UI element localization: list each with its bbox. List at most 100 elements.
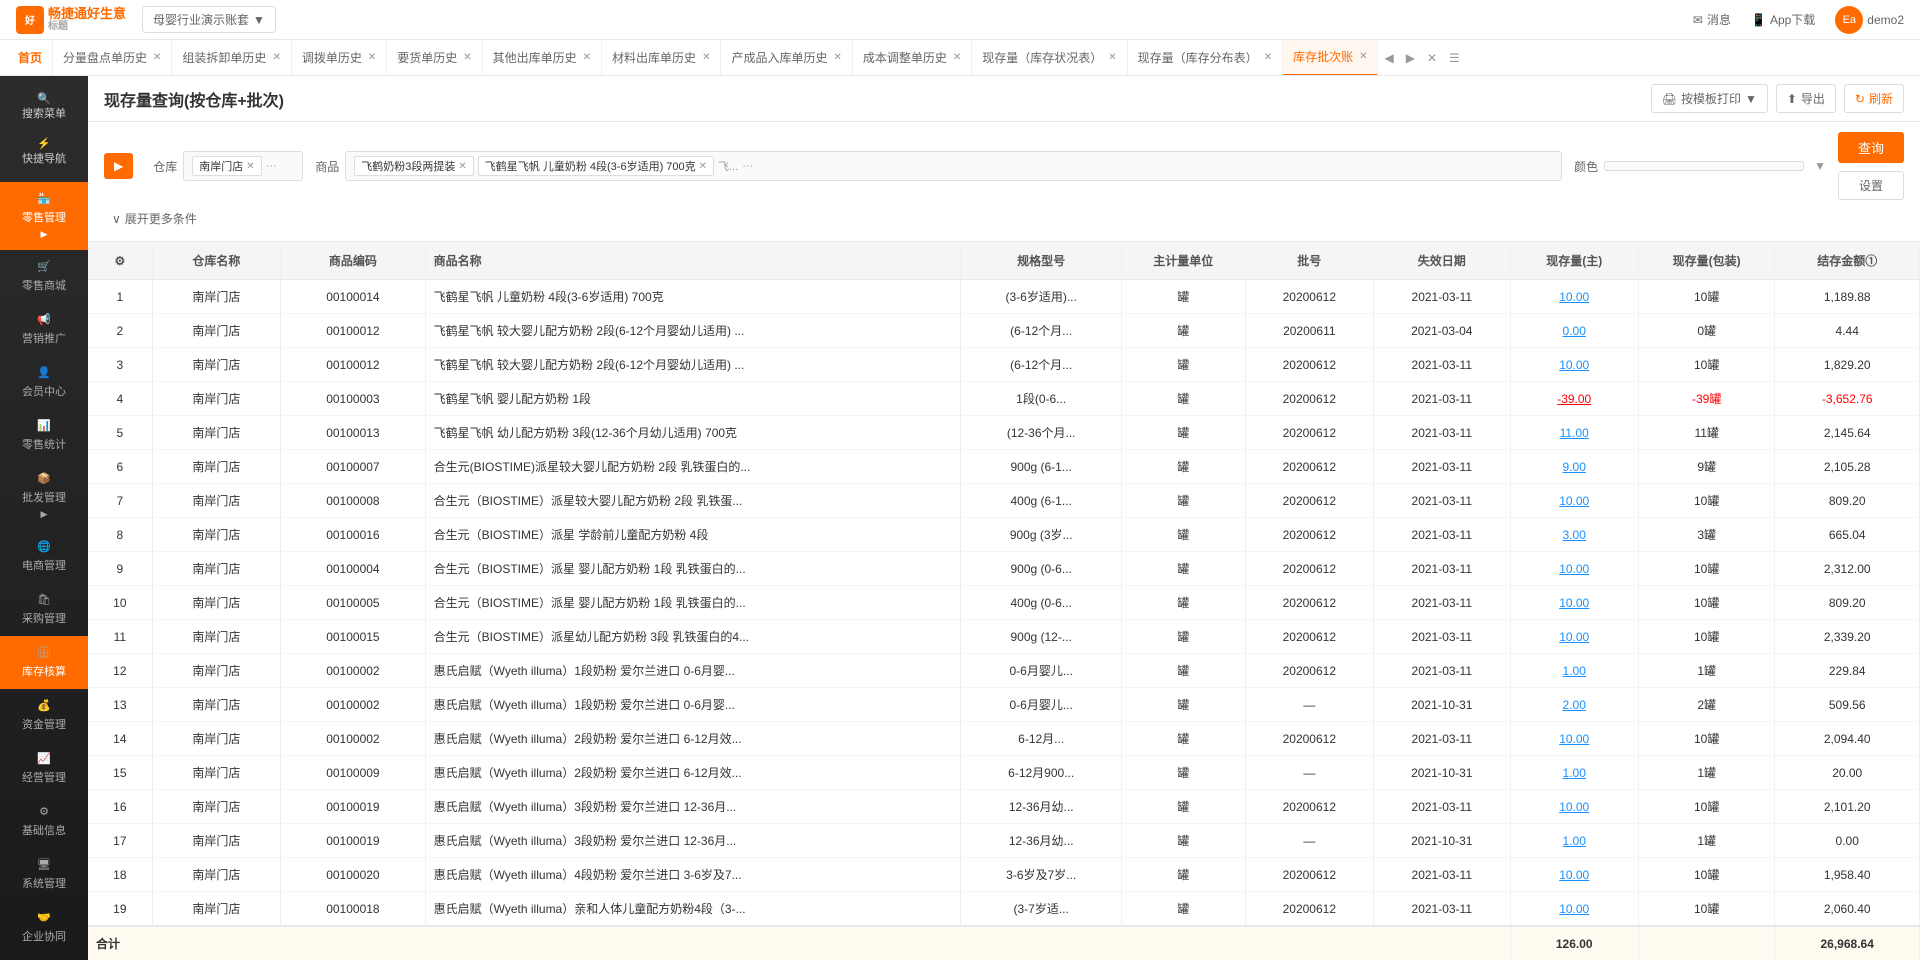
product-tag-2-close[interactable]: ✕ — [699, 161, 707, 172]
template-print-button[interactable]: 🖨 按模板打印 ▼ — [1651, 84, 1768, 113]
cell-stock-main[interactable]: 3.00 — [1510, 518, 1638, 552]
sidebar-quick-nav[interactable]: ⚡ 快捷导航 — [18, 129, 70, 174]
tab-nav-next[interactable]: ▶ — [1400, 40, 1421, 76]
cell-stock-main[interactable]: 10.00 — [1510, 620, 1638, 654]
tab-zu-chai[interactable]: 组装拆卸单历史 ✕ — [172, 40, 291, 76]
tab-xian-cun-1[interactable]: 现存量（库存状况表） ✕ — [972, 40, 1127, 76]
cell-spec: 900g (3岁... — [961, 518, 1122, 552]
sidebar-item-jing-ying[interactable]: 📈 经营管理 — [0, 742, 88, 795]
cell-warehouse: 南岸门店 — [152, 756, 280, 790]
tab-fen-pan-close[interactable]: ✕ — [153, 52, 161, 63]
refresh-button[interactable]: ↻ 刷新 — [1844, 84, 1904, 113]
tab-cheng-ben[interactable]: 成本调整单历史 ✕ — [853, 40, 972, 76]
tab-qi-ta-close[interactable]: ✕ — [583, 52, 591, 63]
filter-expand-more[interactable]: ∨ 展开更多条件 — [104, 206, 1904, 231]
cell-stock-main[interactable]: 10.00 — [1510, 586, 1638, 620]
store-selector[interactable]: 母婴行业演示账套 ▼ — [142, 6, 276, 33]
tab-cai-liao[interactable]: 材料出库单历史 ✕ — [602, 40, 721, 76]
cell-stock-main[interactable]: 10.00 — [1510, 484, 1638, 518]
color-tag-group[interactable] — [1604, 161, 1804, 171]
tab-yao-huo-close[interactable]: ✕ — [463, 52, 471, 63]
tab-pi-ci-close[interactable]: ✕ — [1359, 51, 1367, 62]
tab-nav-close[interactable]: ✕ — [1421, 40, 1443, 76]
cell-stock-main[interactable]: 11.00 — [1510, 416, 1638, 450]
tab-xian-cun-1-close[interactable]: ✕ — [1108, 52, 1116, 63]
cell-stock-pkg: 10罐 — [1638, 892, 1774, 927]
product-tag-1-close[interactable]: ✕ — [458, 161, 466, 172]
sidebar-item-ji-chu[interactable]: ⚙ 基础信息 — [0, 795, 88, 848]
messages-button[interactable]: ✉ 消息 — [1693, 11, 1731, 28]
table-container[interactable]: ⚙ 仓库名称 商品编码 商品名称 规格型号 主计量单位 批号 失效日期 现存量(… — [88, 242, 1920, 960]
tab-home[interactable]: 首页 — [8, 40, 53, 76]
cell-stock-main[interactable]: 10.00 — [1510, 552, 1638, 586]
table-row: 6 南岸门店 00100007 合生元(BIOSTIME)派星较大婴儿配方奶粉 … — [88, 450, 1920, 484]
sidebar-item-ying-xiao[interactable]: 📢 营销推广 — [0, 303, 88, 356]
tab-xian-cun-2[interactable]: 现存量（库存分布表） ✕ — [1128, 40, 1283, 76]
cell-batch: 20200612 — [1245, 620, 1373, 654]
cell-stock-pkg: 10罐 — [1638, 790, 1774, 824]
tab-yao-huo[interactable]: 要货单历史 ✕ — [387, 40, 482, 76]
print-icon: 🖨 — [1662, 92, 1677, 106]
cell-stock-main[interactable]: -39.00 — [1510, 382, 1638, 416]
cell-stock-pkg: 2罐 — [1638, 688, 1774, 722]
cell-expire: 2021-10-31 — [1374, 824, 1510, 858]
tab-nav-menu[interactable]: ☰ — [1443, 40, 1466, 76]
filter-expand-btn[interactable]: ▶ — [104, 153, 133, 179]
cell-expire: 2021-03-11 — [1374, 620, 1510, 654]
cell-stock-main[interactable]: 10.00 — [1510, 722, 1638, 756]
warehouse-tag[interactable]: 南岸门店 ✕ — [192, 156, 261, 176]
product-tag-1[interactable]: 飞鹤奶粉3段两提装 ✕ — [354, 156, 474, 176]
cell-stock-main[interactable]: 10.00 — [1510, 790, 1638, 824]
setting-button[interactable]: 设置 — [1838, 171, 1904, 200]
warehouse-tag-close[interactable]: ✕ — [246, 161, 254, 172]
product-tag-group[interactable]: 飞鹤奶粉3段两提装 ✕ 飞鹤星飞帆 儿童奶粉 4段(3-6岁适用) 700克 ✕… — [345, 151, 1562, 181]
sidebar-item-dian-shang[interactable]: 🌐 电商管理 — [0, 530, 88, 583]
sidebar-item-xi-tong[interactable]: 🖥 系统管理 — [0, 848, 88, 901]
sidebar-item-qi-ye[interactable]: 🤝 企业协同 — [0, 901, 88, 954]
export-button[interactable]: ⬆ 导出 — [1776, 84, 1836, 113]
cell-stock-main[interactable]: 1.00 — [1510, 654, 1638, 688]
cell-spec: 900g (12-... — [961, 620, 1122, 654]
cell-stock-main[interactable]: 10.00 — [1510, 348, 1638, 382]
cell-stock-main[interactable]: 10.00 — [1510, 858, 1638, 892]
sidebar-search[interactable]: 🔍 搜索菜单 — [18, 84, 70, 129]
tab-chan-pin-close[interactable]: ✕ — [833, 52, 841, 63]
tab-cheng-ben-close[interactable]: ✕ — [953, 52, 961, 63]
tab-diao-bo[interactable]: 调拨单历史 ✕ — [292, 40, 387, 76]
tab-xian-cun-2-close[interactable]: ✕ — [1264, 52, 1272, 63]
tab-zu-chai-close[interactable]: ✕ — [272, 52, 280, 63]
product-tag-2[interactable]: 飞鹤星飞帆 儿童奶粉 4段(3-6岁适用) 700克 ✕ — [478, 156, 714, 176]
tab-nav-prev[interactable]: ◀ — [1378, 40, 1399, 76]
tab-diao-bo-close[interactable]: ✕ — [368, 52, 376, 63]
tab-pi-ci[interactable]: 库存批次账 ✕ — [1283, 40, 1378, 76]
cell-name: 合生元（BIOSTIME）派星 婴儿配方奶粉 1段 乳铁蛋白的... — [425, 552, 961, 586]
app-download-button[interactable]: 📱 App下载 — [1751, 11, 1815, 28]
cell-stock-main[interactable]: 10.00 — [1510, 892, 1638, 927]
cell-stock-main[interactable]: 2.00 — [1510, 688, 1638, 722]
warehouse-tag-group[interactable]: 南岸门店 ✕ ··· — [183, 151, 303, 181]
tab-chan-pin[interactable]: 产成品入库单历史 ✕ — [721, 40, 852, 76]
sidebar-item-hui-yuan[interactable]: 👤 会员中心 — [0, 356, 88, 409]
tab-fen-pan[interactable]: 分量盘点单历史 ✕ — [53, 40, 172, 76]
sidebar-item-ku-cun[interactable]: 🗄 库存核算 — [0, 636, 88, 689]
sidebar-item-ling-shou-tong-ji[interactable]: 📊 零售统计 — [0, 409, 88, 462]
tab-cai-liao-close[interactable]: ✕ — [702, 52, 710, 63]
cell-spec: 1段(0-6... — [961, 382, 1122, 416]
sidebar-item-cai-gou[interactable]: 🛍 采购管理 — [0, 583, 88, 636]
sidebar-item-xin-shou[interactable]: 🎓 新手引导 — [0, 954, 88, 960]
query-button[interactable]: 查询 — [1838, 132, 1904, 163]
sidebar-item-ling-shou-shang-cheng[interactable]: 🛒 零售商城 — [0, 250, 88, 303]
cell-stock-main[interactable]: 1.00 — [1510, 756, 1638, 790]
user-profile[interactable]: Ea demo2 — [1835, 6, 1904, 34]
sidebar-item-zi-jin[interactable]: 💰 资金管理 — [0, 689, 88, 742]
cell-stock-pkg: 10罐 — [1638, 484, 1774, 518]
sidebar-item-pi-fa[interactable]: 📦 批发管理 ▶ — [0, 462, 88, 530]
cell-stock-main[interactable]: 0.00 — [1510, 314, 1638, 348]
th-settings[interactable]: ⚙ — [88, 242, 152, 280]
cell-stock-main[interactable]: 1.00 — [1510, 824, 1638, 858]
cell-batch: 20200612 — [1245, 484, 1373, 518]
sidebar-item-ling-shou[interactable]: 🏪 零售管理 ▶ — [0, 182, 88, 250]
cell-stock-main[interactable]: 10.00 — [1510, 280, 1638, 314]
cell-stock-main[interactable]: 9.00 — [1510, 450, 1638, 484]
tab-qi-ta[interactable]: 其他出库单历史 ✕ — [483, 40, 602, 76]
